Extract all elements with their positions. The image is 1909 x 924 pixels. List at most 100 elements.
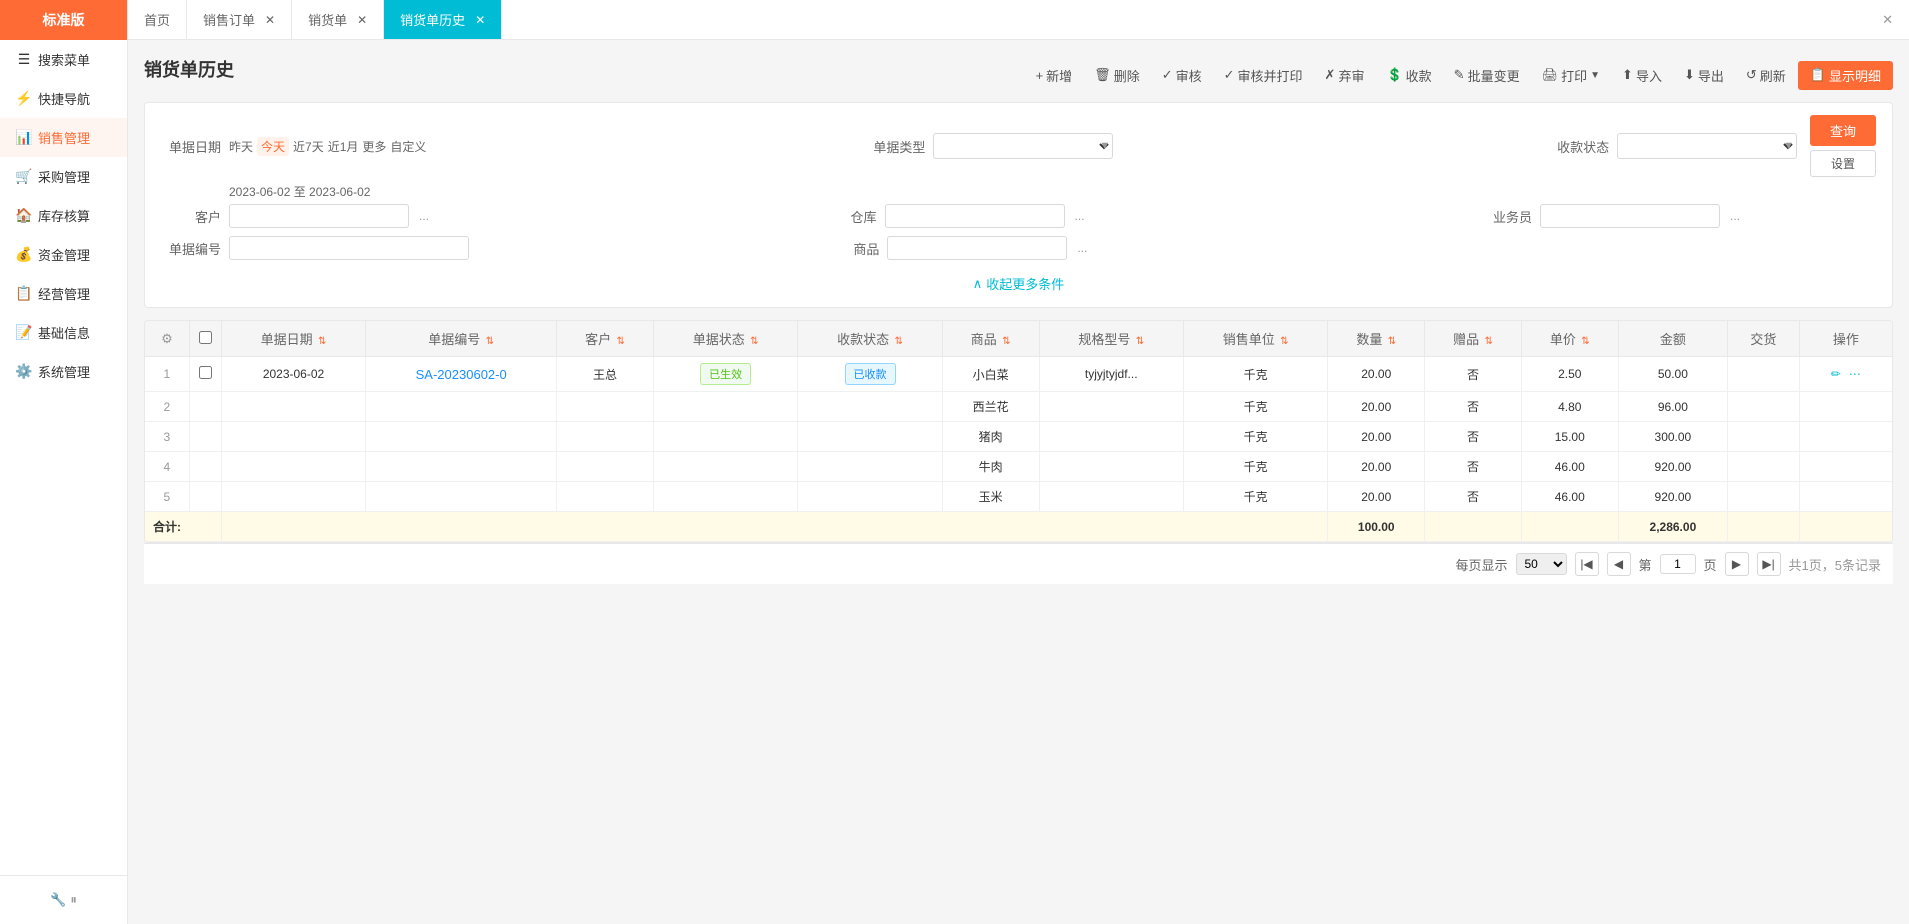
col-header-unit[interactable]: 销售单位 ⇅ xyxy=(1183,321,1327,357)
tab-sales-order[interactable]: 销售订单 ✕ xyxy=(187,0,292,39)
doc-no-input[interactable] xyxy=(229,236,469,260)
delete-button[interactable]: 🗑 删除 xyxy=(1084,62,1150,89)
row-unit_price: 46.00 xyxy=(1521,482,1618,512)
row-customer: 王总 xyxy=(557,357,654,392)
doc-date-label: 单据日期 xyxy=(161,137,221,156)
export-button[interactable]: ⬇ 导出 xyxy=(1674,62,1734,89)
col-header-doc-no[interactable]: 单据编号 ⇅ xyxy=(366,321,557,357)
sidebar-item-inventory-calc[interactable]: 🏠 库存核算 xyxy=(0,196,127,235)
row-checkbox[interactable] xyxy=(199,366,212,379)
pause-icon: ⏸ xyxy=(70,892,77,908)
set-button[interactable]: 设置 xyxy=(1810,150,1876,177)
page-prev-btn[interactable]: ◀ xyxy=(1607,552,1631,576)
date-last7[interactable]: 近7天 xyxy=(293,138,324,155)
col-header-action: 操作 xyxy=(1799,321,1892,357)
tab-sales-goods-history-close[interactable]: ✕ xyxy=(475,13,485,27)
page-first-btn[interactable]: |◀ xyxy=(1575,552,1599,576)
sidebar-bottom-settings[interactable]: 🔧 ⏸ xyxy=(0,884,127,916)
row-doc-status xyxy=(653,392,797,422)
doc-no-link[interactable]: SA-20230602-0 xyxy=(416,367,507,382)
sidebar-item-search-menu[interactable]: ☰ 搜索菜单 xyxy=(0,40,127,79)
import-button[interactable]: ⬆ 导入 xyxy=(1612,62,1672,89)
batch-change-button[interactable]: ✎ 批量变更 xyxy=(1444,62,1530,89)
sidebar-item-finance-mgmt[interactable]: 💰 资金管理 xyxy=(0,235,127,274)
show-detail-button[interactable]: 📋 显示明细 xyxy=(1798,61,1893,90)
row-unit: 千克 xyxy=(1183,452,1327,482)
row-amount: 50.00 xyxy=(1618,357,1728,392)
discard-button[interactable]: ✗ 弃审 xyxy=(1315,62,1375,89)
filter-salesperson: 业务员 ... xyxy=(1472,204,1740,228)
import-icon: ⬆ xyxy=(1622,67,1633,83)
col-header-spec[interactable]: 规格型号 ⇅ xyxy=(1039,321,1183,357)
doc-type-label: 单据类型 xyxy=(865,137,925,156)
audit-button[interactable]: ✓ 审核 xyxy=(1152,62,1212,89)
row-customer xyxy=(557,452,654,482)
sidebar-item-basic-info[interactable]: 📝 基础信息 xyxy=(0,313,127,352)
salesperson-input[interactable] xyxy=(1540,204,1720,228)
tab-sales-goods-history[interactable]: 销货单历史 ✕ xyxy=(384,0,502,39)
table-settings-icon[interactable]: ⚙ xyxy=(161,331,173,346)
print-button[interactable]: 🖨 打印 ▼ xyxy=(1532,62,1610,89)
checkbox-col-header[interactable] xyxy=(189,321,221,357)
warehouse-input[interactable] xyxy=(885,204,1065,228)
customer-input[interactable] xyxy=(229,204,409,228)
salesperson-picker[interactable]: ... xyxy=(1730,209,1740,223)
col-header-doc-date[interactable]: 单据日期 ⇅ xyxy=(221,321,365,357)
col-header-qty[interactable]: 数量 ⇅ xyxy=(1328,321,1425,357)
query-button[interactable]: 查询 xyxy=(1810,115,1876,146)
customer-picker[interactable]: ... xyxy=(419,209,429,223)
goods-input[interactable] xyxy=(887,236,1067,260)
col-header-goods[interactable]: 商品 ⇅ xyxy=(942,321,1039,357)
tab-bar-close-all[interactable]: ✕ xyxy=(1874,8,1901,32)
page-title: 销货单历史 xyxy=(144,56,234,82)
row-payment-status xyxy=(798,392,942,422)
col-header-gift[interactable]: 赠品 ⇅ xyxy=(1425,321,1522,357)
date-more[interactable]: 更多 xyxy=(362,138,386,155)
tab-sales-goods-close[interactable]: ✕ xyxy=(357,13,367,27)
date-custom[interactable]: 自定义 xyxy=(390,138,426,155)
refresh-button[interactable]: ↺ 刷新 xyxy=(1736,62,1796,89)
page-last-btn[interactable]: ▶| xyxy=(1757,552,1781,576)
warehouse-picker[interactable]: ... xyxy=(1075,209,1085,223)
col-header-unit-price[interactable]: 单价 ⇅ xyxy=(1521,321,1618,357)
audit-print-button[interactable]: ✓ 审核并打印 xyxy=(1214,62,1313,89)
sidebar-item-sales-mgmt[interactable]: 📊 销售管理 xyxy=(0,118,127,157)
row-more-btn[interactable]: ⋯ xyxy=(1845,367,1865,381)
col-header-doc-status[interactable]: 单据状态 ⇅ xyxy=(653,321,797,357)
doc-type-select[interactable] xyxy=(933,133,1113,159)
doc-status-badge: 已生效 xyxy=(700,363,751,385)
select-all-checkbox[interactable] xyxy=(199,331,212,344)
row-checkbox-cell xyxy=(189,482,221,512)
collect-button[interactable]: 💲 收款 xyxy=(1376,62,1441,89)
payment-status-select[interactable] xyxy=(1617,133,1797,159)
row-edit-btn[interactable]: ✏ xyxy=(1827,367,1845,381)
col-header-customer[interactable]: 客户 ⇅ xyxy=(557,321,654,357)
page-number-input[interactable] xyxy=(1660,554,1696,574)
show-detail-icon: 📋 xyxy=(1810,67,1826,83)
tab-home[interactable]: 首页 xyxy=(128,0,187,39)
tab-sales-order-close[interactable]: ✕ xyxy=(265,13,275,27)
sidebar-item-purchase-mgmt[interactable]: 🛒 采购管理 xyxy=(0,157,127,196)
settings-col-header[interactable]: ⚙ xyxy=(145,321,189,357)
business-mgmt-icon: 📋 xyxy=(16,286,32,302)
summary-gift xyxy=(1425,512,1522,542)
goods-picker[interactable]: ... xyxy=(1077,241,1087,255)
print-icon: 🖨 xyxy=(1542,67,1559,83)
collapse-filter-button[interactable]: ∧ 收起更多条件 xyxy=(161,268,1876,295)
date-last1month[interactable]: 近1月 xyxy=(328,138,359,155)
customer-label: 客户 xyxy=(161,207,221,226)
row-trade xyxy=(1728,392,1800,422)
sidebar-item-quick-nav[interactable]: ⚡ 快捷导航 xyxy=(0,79,127,118)
page-next-btn[interactable]: ▶ xyxy=(1725,552,1749,576)
col-header-payment-status[interactable]: 收款状态 ⇅ xyxy=(798,321,942,357)
date-yesterday[interactable]: 昨天 xyxy=(229,138,253,155)
row-doc_date xyxy=(221,452,365,482)
add-button[interactable]: + 新增 xyxy=(1026,62,1083,89)
tab-sales-goods[interactable]: 销货单 ✕ xyxy=(292,0,384,39)
sidebar-item-system-mgmt[interactable]: ⚙️ 系统管理 xyxy=(0,352,127,391)
date-today[interactable]: 今天 xyxy=(257,137,289,156)
sidebar-item-business-mgmt[interactable]: 📋 经营管理 xyxy=(0,274,127,313)
search-menu-icon: ☰ xyxy=(16,52,32,68)
page-size-select[interactable]: 50 20 100 xyxy=(1516,553,1567,575)
row-gift: 否 xyxy=(1425,452,1522,482)
